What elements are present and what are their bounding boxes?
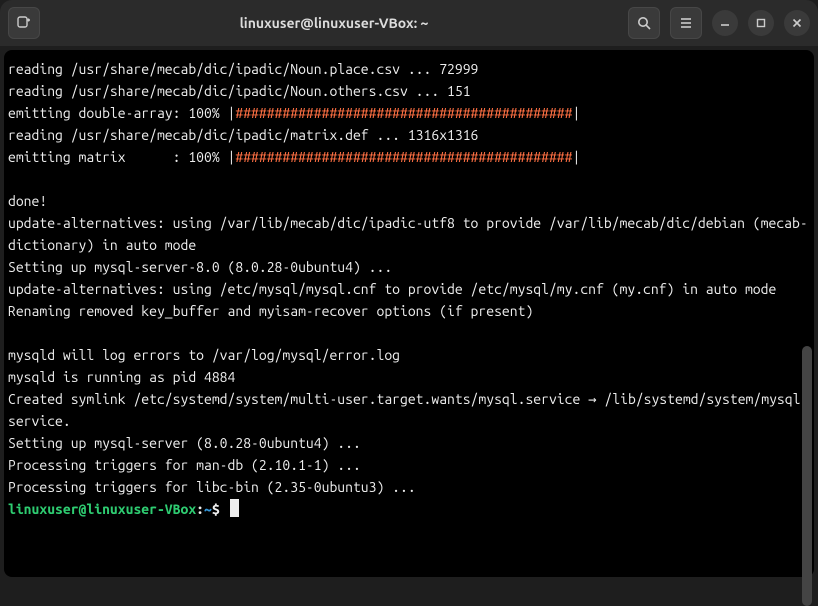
prompt-separator: : <box>196 501 204 517</box>
output-line: reading /usr/share/mecab/dic/ipadic/matr… <box>8 127 478 143</box>
titlebar-right <box>628 7 810 39</box>
output-line: mysqld will log errors to /var/log/mysql… <box>8 347 400 363</box>
close-button[interactable] <box>784 10 810 36</box>
window-title: linuxuser@linuxuser-VBox: ~ <box>46 15 622 31</box>
output-line: Processing triggers for libc-bin (2.35-0… <box>8 479 416 495</box>
menu-button[interactable] <box>670 7 702 39</box>
maximize-icon <box>755 17 767 29</box>
minimize-button[interactable] <box>712 10 738 36</box>
output-line: reading /usr/share/mecab/dic/ipadic/Noun… <box>8 61 478 77</box>
titlebar-left <box>8 7 40 39</box>
prompt-symbol: $ <box>212 501 220 517</box>
output-line: emitting double-array: 100% | <box>8 105 235 121</box>
window-titlebar: linuxuser@linuxuser-VBox: ~ <box>0 0 818 46</box>
output-line: | <box>572 105 588 121</box>
close-icon <box>791 17 803 29</box>
progress-bar-fill: ########################################… <box>235 149 572 165</box>
output-line: | <box>572 149 588 165</box>
output-line: Created symlink /etc/systemd/system/mult… <box>8 391 808 429</box>
search-button[interactable] <box>628 7 660 39</box>
prompt-path: ~ <box>204 501 212 517</box>
output-line: Setting up mysql-server-8.0 (8.0.28-0ubu… <box>8 259 392 275</box>
output-line: Renaming removed key_buffer and myisam-r… <box>8 303 533 319</box>
scrollbar-thumb[interactable] <box>802 346 812 606</box>
output-line: update-alternatives: using /etc/mysql/my… <box>8 281 776 297</box>
cursor <box>230 499 239 517</box>
terminal-container: reading /usr/share/mecab/dic/ipadic/Noun… <box>0 46 818 581</box>
minimize-icon <box>719 17 731 29</box>
output-line: update-alternatives: using /var/lib/meca… <box>8 215 808 253</box>
output-line: reading /usr/share/mecab/dic/ipadic/Noun… <box>8 83 471 99</box>
output-line: Setting up mysql-server (8.0.28-0ubuntu4… <box>8 435 361 451</box>
new-tab-icon <box>16 15 32 31</box>
search-icon <box>636 15 652 31</box>
progress-bar-fill: ########################################… <box>235 105 572 121</box>
new-tab-button[interactable] <box>8 7 40 39</box>
output-line: emitting matrix : 100% | <box>8 149 235 165</box>
output-line: Processing triggers for man-db (2.10.1-1… <box>8 457 361 473</box>
hamburger-icon <box>678 15 694 31</box>
terminal-view[interactable]: reading /usr/share/mecab/dic/ipadic/Noun… <box>4 50 814 577</box>
maximize-button[interactable] <box>748 10 774 36</box>
output-line: mysqld is running as pid 4884 <box>8 369 235 385</box>
output-line: done! <box>8 193 47 209</box>
prompt-user-host: linuxuser@linuxuser-VBox <box>8 501 196 517</box>
